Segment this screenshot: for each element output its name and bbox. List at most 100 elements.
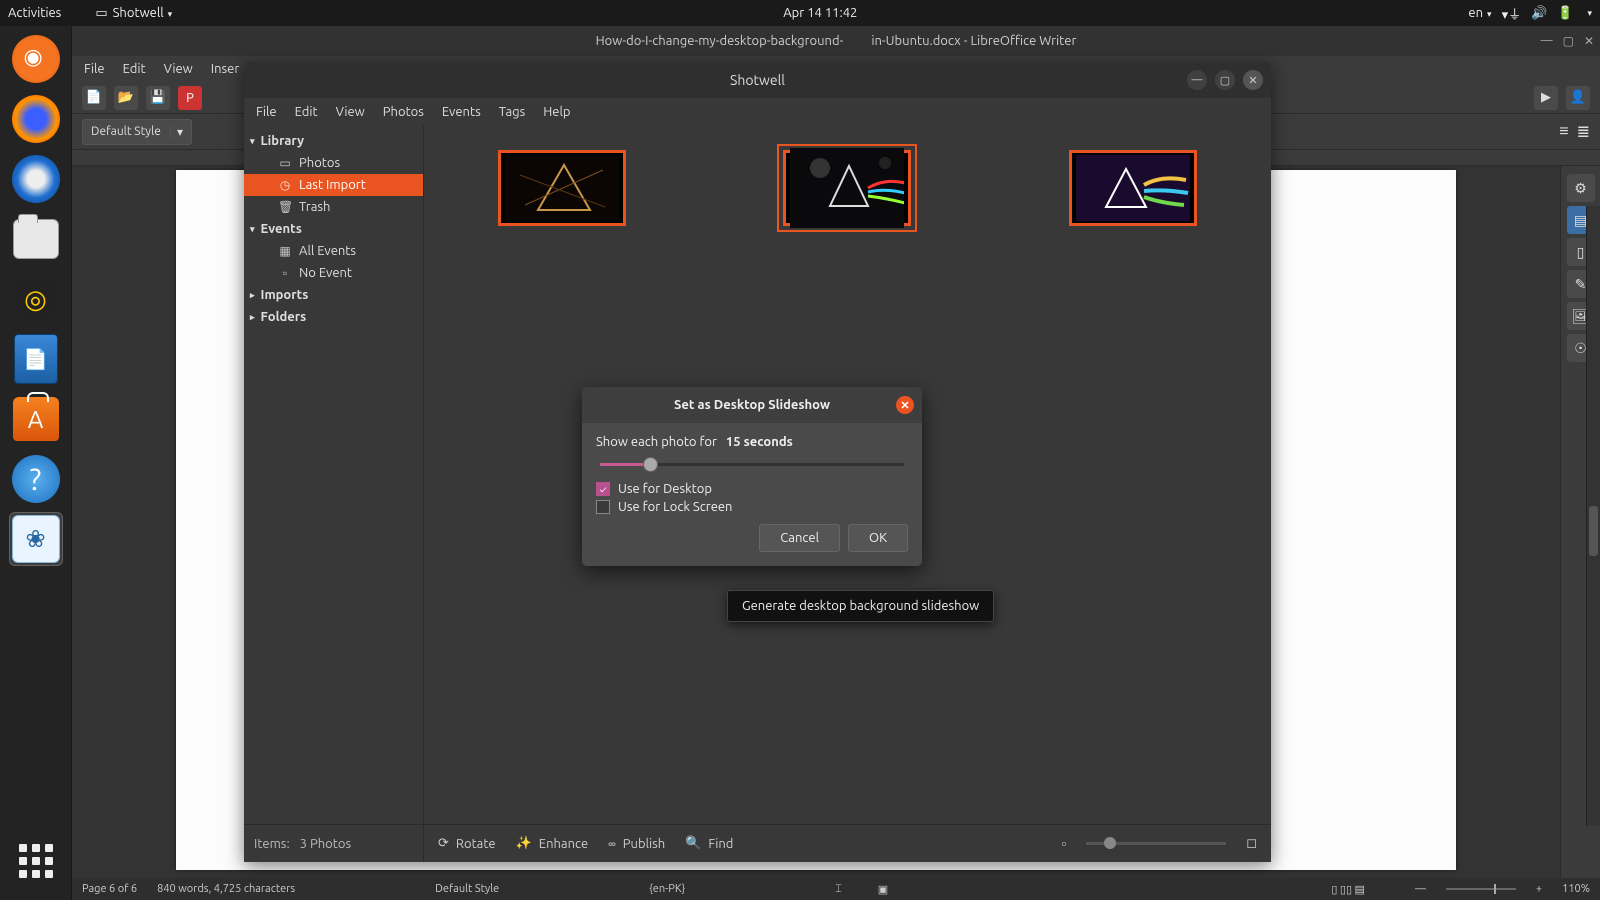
publish-icon: ∞ bbox=[608, 837, 616, 851]
lo-close-icon[interactable]: ✕ bbox=[1584, 34, 1594, 48]
thumbnail-zoom-slider[interactable] bbox=[1086, 842, 1226, 845]
sidebar-imports[interactable]: Imports bbox=[244, 284, 423, 306]
activities-button[interactable]: Activities bbox=[8, 6, 61, 20]
trash-icon: 🗑 bbox=[278, 200, 292, 214]
zoom-large-icon[interactable]: ◻ bbox=[1246, 836, 1257, 851]
dock-firefox[interactable] bbox=[9, 92, 63, 146]
find-button[interactable]: 🔍Find bbox=[685, 836, 733, 851]
enhance-button[interactable]: ✨Enhance bbox=[516, 836, 589, 851]
sidebar-trash[interactable]: 🗑Trash bbox=[244, 196, 423, 218]
lo-maximize-icon[interactable]: ▢ bbox=[1563, 34, 1574, 48]
lo-menu-insert[interactable]: Inser bbox=[211, 62, 240, 76]
dialog-titlebar: Set as Desktop Slideshow ✕ bbox=[582, 387, 922, 423]
network-icon: ▾⏚ bbox=[1502, 4, 1522, 23]
lo-menu-view[interactable]: View bbox=[164, 62, 193, 76]
noevent-icon: ▫ bbox=[278, 266, 292, 280]
use-desktop-checkbox[interactable]: ✓ Use for Desktop bbox=[596, 482, 908, 496]
lo-list-bullet-icon[interactable]: ≡ bbox=[1559, 122, 1568, 141]
duration-value: 15 seconds bbox=[726, 435, 793, 449]
volume-icon: 🔊 bbox=[1531, 6, 1547, 21]
lo-save-icon[interactable]: 💾 bbox=[146, 86, 170, 110]
dock-show-apps[interactable] bbox=[9, 834, 63, 888]
clock[interactable]: Apr 14 11:42 bbox=[783, 6, 857, 20]
zoom-small-icon[interactable]: ▫ bbox=[1062, 836, 1067, 851]
lo-zoom-out-icon[interactable]: — bbox=[1415, 883, 1426, 895]
sw-menu-events[interactable]: Events bbox=[442, 105, 481, 119]
cancel-button[interactable]: Cancel bbox=[759, 524, 840, 552]
dock-software[interactable]: A bbox=[9, 392, 63, 446]
sidebar-events[interactable]: Events bbox=[244, 218, 423, 240]
sw-menu-view[interactable]: View bbox=[336, 105, 365, 119]
lo-user-icon[interactable]: 👤 bbox=[1566, 86, 1590, 110]
photo-thumb-1[interactable] bbox=[498, 150, 626, 226]
use-lockscreen-checkbox[interactable]: Use for Lock Screen bbox=[596, 500, 908, 514]
dock-ubuntu[interactable] bbox=[9, 32, 63, 86]
dock-writer[interactable]: 📄 bbox=[9, 332, 63, 386]
libreoffice-statusbar: Page 6 of 6 840 words, 4,725 characters … bbox=[72, 878, 1600, 900]
photo-thumb-3[interactable] bbox=[1069, 150, 1197, 226]
lo-open-icon[interactable]: 📂 bbox=[114, 86, 138, 110]
lo-status-page: Page 6 of 6 bbox=[82, 883, 137, 895]
slideshow-dialog: Set as Desktop Slideshow ✕ Show each pho… bbox=[582, 387, 922, 566]
lo-title-left: How-do-I-change-my-desktop-background- bbox=[596, 34, 844, 48]
dock-help[interactable]: ? bbox=[9, 452, 63, 506]
shotwell-menubar: File Edit View Photos Events Tags Help bbox=[244, 98, 1271, 126]
sw-menu-help[interactable]: Help bbox=[543, 105, 570, 119]
sidebar-no-event[interactable]: ▫No Event bbox=[244, 262, 423, 284]
enhance-icon: ✨ bbox=[516, 836, 532, 851]
lo-title-right: in-Ubuntu.docx - LibreOffice Writer bbox=[871, 34, 1076, 48]
dialog-close-icon[interactable]: ✕ bbox=[896, 396, 914, 414]
duration-slider[interactable] bbox=[600, 463, 904, 466]
lo-view-icons[interactable]: ▯ ▯▯ ▤ bbox=[1331, 883, 1365, 896]
lo-play-icon[interactable]: ▶ bbox=[1534, 86, 1558, 110]
lo-menu-edit[interactable]: Edit bbox=[123, 62, 146, 76]
shotwell-titlebar: Shotwell — ▢ ✕ bbox=[244, 62, 1271, 98]
lo-pdf-icon[interactable]: P bbox=[178, 86, 202, 110]
lo-status-lang: {en-PK} bbox=[649, 883, 685, 895]
shotwell-sidebar: Library ▭Photos ◷Last Import 🗑Trash Even… bbox=[244, 126, 424, 824]
sidebar-folders[interactable]: Folders bbox=[244, 306, 423, 328]
lo-status-style: Default Style bbox=[435, 883, 499, 895]
sidebar-last-import[interactable]: ◷Last Import bbox=[244, 174, 423, 196]
lo-minimize-icon[interactable]: — bbox=[1541, 34, 1553, 48]
dock-files[interactable] bbox=[9, 212, 63, 266]
ok-tooltip: Generate desktop background slideshow bbox=[727, 590, 994, 622]
dock-thunderbird[interactable] bbox=[9, 152, 63, 206]
sw-maximize-icon[interactable]: ▢ bbox=[1215, 70, 1235, 90]
lo-menu-file[interactable]: File bbox=[84, 62, 105, 76]
sw-minimize-icon[interactable]: — bbox=[1187, 70, 1207, 90]
sw-menu-photos[interactable]: Photos bbox=[383, 105, 424, 119]
lo-panel-settings-icon[interactable]: ⚙ bbox=[1567, 174, 1595, 202]
checkbox-checked-icon: ✓ bbox=[596, 482, 610, 496]
dock: ◎ 📄 A ? ❀ bbox=[0, 26, 72, 900]
sw-menu-tags[interactable]: Tags bbox=[499, 105, 526, 119]
lo-vscrollbar[interactable] bbox=[1586, 206, 1600, 826]
shotwell-title: Shotwell bbox=[730, 72, 785, 88]
dock-shotwell[interactable]: ❀ bbox=[9, 512, 63, 566]
rotate-button[interactable]: ⟳Rotate bbox=[438, 836, 496, 851]
shotwell-bottombar: Items: 3 Photos ⟳Rotate ✨Enhance ∞Publis… bbox=[244, 824, 1271, 862]
battery-icon: 🔋 bbox=[1557, 6, 1573, 21]
sw-close-icon[interactable]: ✕ bbox=[1243, 70, 1263, 90]
sw-menu-file[interactable]: File bbox=[256, 105, 277, 119]
lang-indicator[interactable]: en▾ bbox=[1468, 6, 1491, 20]
lo-new-icon[interactable]: 📄 bbox=[82, 86, 106, 110]
lo-paragraph-style[interactable]: Default Style▾ bbox=[82, 119, 192, 145]
ok-button[interactable]: OK bbox=[848, 524, 908, 552]
lo-list-number-icon[interactable]: ≣ bbox=[1577, 122, 1590, 141]
dock-rhythmbox[interactable]: ◎ bbox=[9, 272, 63, 326]
photos-icon: ▭ bbox=[278, 156, 292, 170]
publish-button[interactable]: ∞Publish bbox=[608, 837, 665, 851]
lo-zoom-in-icon[interactable]: + bbox=[1536, 883, 1542, 895]
calendar-icon: ▦ bbox=[278, 244, 292, 258]
sidebar-library[interactable]: Library bbox=[244, 130, 423, 152]
photo-thumb-2[interactable] bbox=[783, 150, 911, 226]
items-count: 3 Photos bbox=[300, 837, 351, 851]
app-menu[interactable]: ▭Shotwell▾ bbox=[95, 6, 172, 21]
sw-menu-edit[interactable]: Edit bbox=[295, 105, 318, 119]
sidebar-all-events[interactable]: ▦All Events bbox=[244, 240, 423, 262]
sidebar-photos[interactable]: ▭Photos bbox=[244, 152, 423, 174]
checkbox-icon bbox=[596, 500, 610, 514]
lo-status-zoom[interactable]: 110% bbox=[1562, 883, 1590, 895]
status-area[interactable]: en▾ ▾⏚ 🔊 🔋 ▾ bbox=[1468, 4, 1592, 23]
